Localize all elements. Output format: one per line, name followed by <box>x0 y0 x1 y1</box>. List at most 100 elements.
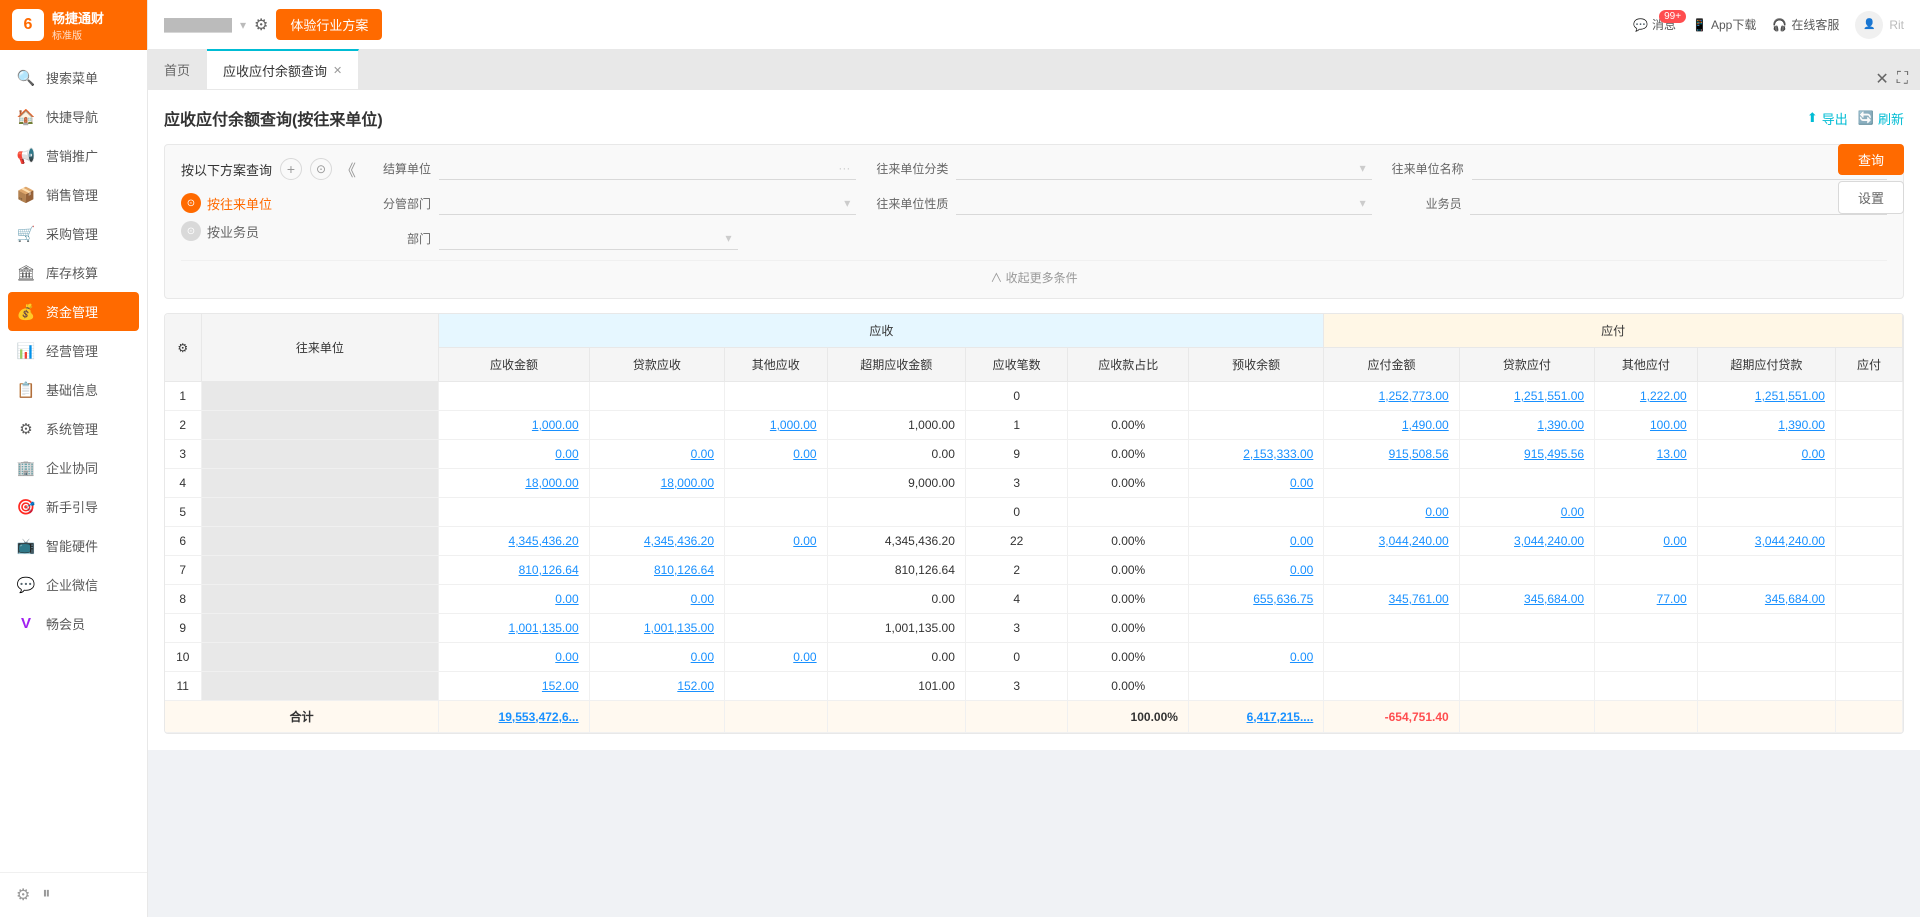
table-cell[interactable]: 0.00 <box>439 440 589 469</box>
table-cell[interactable]: 1,390.00 <box>1459 411 1594 440</box>
tab-ar-ap-query[interactable]: 应收应付余额查询 ✕ <box>207 49 359 89</box>
table-cell[interactable]: 0.00 <box>725 643 828 672</box>
search-collapse-icon[interactable]: 《 <box>340 157 356 181</box>
table-cell[interactable]: 1,001,135.00 <box>589 614 724 643</box>
online-service-btn[interactable]: 🎧 在线客服 <box>1772 16 1839 33</box>
total-ar-amount[interactable]: 19,553,472,6... <box>439 701 589 733</box>
table-cell[interactable]: 345,684.00 <box>1459 585 1594 614</box>
table-cell[interactable]: 152.00 <box>589 672 724 701</box>
table-cell[interactable]: 810,126.64 <box>589 556 724 585</box>
table-cell[interactable]: 152.00 <box>439 672 589 701</box>
table-cell <box>1324 614 1459 643</box>
table-cell[interactable]: 0.00 <box>439 585 589 614</box>
table-cell[interactable]: 3,044,240.00 <box>1459 527 1594 556</box>
sidebar-item-sales[interactable]: 📦 销售管理 <box>0 175 147 214</box>
refresh-btn[interactable]: 🔄 刷新 <box>1858 109 1904 128</box>
table-cell[interactable]: 0.00 <box>1324 498 1459 527</box>
search-add-btn[interactable]: + <box>280 158 302 180</box>
collapse-more-btn[interactable]: ∧ 收起更多条件 <box>990 269 1077 286</box>
table-cell[interactable]: 0.00 <box>1459 498 1594 527</box>
table-cell[interactable]: 0.00 <box>1595 527 1698 556</box>
export-btn[interactable]: ⬆ 导出 <box>1807 109 1848 128</box>
sidebar-item-purchase[interactable]: 🛒 采购管理 <box>0 214 147 253</box>
message-btn[interactable]: 💬 消息 99+ <box>1633 16 1676 33</box>
tab-fullscreen-icon[interactable]: ⛶ <box>1897 70 1908 88</box>
table-cell[interactable]: 3,044,240.00 <box>1324 527 1459 556</box>
table-cell[interactable]: 1,390.00 <box>1697 411 1835 440</box>
settings-gear-icon[interactable]: ⚙ <box>254 15 268 35</box>
user-profile[interactable]: 👤 Rit <box>1855 11 1904 39</box>
table-cell[interactable]: 18,000.00 <box>589 469 724 498</box>
partner-category-input[interactable]: ▾ <box>956 157 1371 180</box>
schema-option-partner[interactable]: ⊙ 按往来单位 <box>181 193 361 213</box>
sidebar-item-member[interactable]: V 畅会员 <box>0 604 147 643</box>
table-cell[interactable]: 3,044,240.00 <box>1697 527 1835 556</box>
search-schema-btn[interactable]: ⊙ <box>310 158 332 180</box>
table-cell[interactable]: 2,153,333.00 <box>1188 440 1323 469</box>
table-cell[interactable]: 18,000.00 <box>439 469 589 498</box>
sidebar-collapse-icon[interactable]: ⏸ <box>42 885 50 905</box>
table-cell[interactable]: 13.00 <box>1595 440 1698 469</box>
table-cell[interactable]: 0.00 <box>1188 556 1323 585</box>
tab-close-window-icon[interactable]: ✕ <box>1875 69 1888 89</box>
table-cell[interactable]: 655,636.75 <box>1188 585 1323 614</box>
settlement-unit-input[interactable]: ··· <box>439 157 856 180</box>
table-cell[interactable]: 0.00 <box>589 585 724 614</box>
sidebar-item-capital[interactable]: 💰 资金管理 <box>8 292 139 331</box>
partner-nature-input[interactable]: ▾ <box>956 192 1371 215</box>
table-cell[interactable]: 810,126.64 <box>439 556 589 585</box>
sidebar-item-operations[interactable]: 📊 经营管理 <box>0 331 147 370</box>
table-cell[interactable]: 1,490.00 <box>1324 411 1459 440</box>
trial-btn[interactable]: 体验行业方案 <box>276 9 382 40</box>
query-btn[interactable]: 查询 <box>1838 144 1904 175</box>
table-cell[interactable]: 1,000.00 <box>725 411 828 440</box>
table-cell[interactable]: 77.00 <box>1595 585 1698 614</box>
tab-home[interactable]: 首页 <box>148 49 207 89</box>
table-cell[interactable]: 0.00 <box>1697 440 1835 469</box>
table-cell[interactable]: 1,251,551.00 <box>1459 382 1594 411</box>
table-cell[interactable]: 0.00 <box>1188 643 1323 672</box>
dropdown-arrow-icon[interactable]: ▾ <box>240 18 246 32</box>
app-download-btn[interactable]: 📱 App下载 <box>1692 16 1756 33</box>
salesperson-label: 业务员 <box>1392 195 1462 212</box>
settings-btn[interactable]: 设置 <box>1838 181 1904 214</box>
table-cell[interactable]: 915,495.56 <box>1459 440 1594 469</box>
sidebar-item-search-menu[interactable]: 🔍 搜索菜单 <box>0 58 147 97</box>
col-settings-header[interactable]: ⚙ <box>165 314 201 382</box>
table-cell[interactable]: 100.00 <box>1595 411 1698 440</box>
table-cell[interactable]: 1,001,135.00 <box>439 614 589 643</box>
total-ar-prepay[interactable]: 6,417,215.... <box>1188 701 1323 733</box>
table-cell[interactable]: 0.00 <box>439 643 589 672</box>
table-cell[interactable]: 0.00 <box>589 643 724 672</box>
table-cell[interactable]: 4,345,436.20 <box>589 527 724 556</box>
department-input[interactable]: ▾ <box>439 192 856 215</box>
sidebar-item-basic-info[interactable]: 📋 基础信息 <box>0 370 147 409</box>
table-cell[interactable]: 1,222.00 <box>1595 382 1698 411</box>
sidebar-item-guide[interactable]: 🎯 新手引导 <box>0 487 147 526</box>
table-cell[interactable]: 1,000.00 <box>439 411 589 440</box>
table-cell[interactable]: 0.00 <box>725 440 828 469</box>
dept-input[interactable]: ▾ <box>439 227 738 250</box>
sidebar-item-hardware[interactable]: 📺 智能硬件 <box>0 526 147 565</box>
sidebar-item-system[interactable]: ⚙ 系统管理 <box>0 409 147 448</box>
salesperson-input[interactable]: ··· <box>1470 192 1887 215</box>
partner-name-input[interactable] <box>1472 157 1887 180</box>
table-cell[interactable]: 4,345,436.20 <box>439 527 589 556</box>
sidebar-item-wechat[interactable]: 💬 企业微信 <box>0 565 147 604</box>
table-cell[interactable]: 915,508.56 <box>1324 440 1459 469</box>
table-cell[interactable]: 345,684.00 <box>1697 585 1835 614</box>
table-cell[interactable]: 0.00 <box>1188 469 1323 498</box>
sidebar-settings-icon[interactable]: ⚙ <box>16 885 30 905</box>
sidebar-item-inventory[interactable]: 🏛 库存核算 <box>0 253 147 292</box>
sidebar-item-quick-nav[interactable]: 🏠 快捷导航 <box>0 97 147 136</box>
table-cell[interactable]: 1,251,551.00 <box>1697 382 1835 411</box>
table-cell[interactable]: 345,761.00 <box>1324 585 1459 614</box>
sidebar-item-enterprise[interactable]: 🏢 企业协同 <box>0 448 147 487</box>
table-cell[interactable]: 1,252,773.00 <box>1324 382 1459 411</box>
table-cell[interactable]: 0.00 <box>725 527 828 556</box>
table-cell[interactable]: 0.00 <box>589 440 724 469</box>
sidebar-item-marketing[interactable]: 📢 营销推广 <box>0 136 147 175</box>
schema-option-salesperson[interactable]: ⊙ 按业务员 <box>181 221 361 241</box>
tab-close-icon[interactable]: ✕ <box>333 64 342 77</box>
table-cell[interactable]: 0.00 <box>1188 527 1323 556</box>
